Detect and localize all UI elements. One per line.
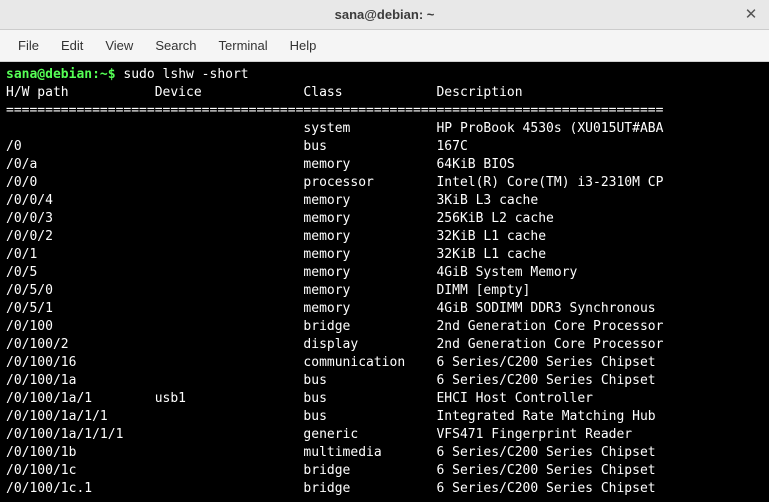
window-title: sana@debian: ~ [335,7,435,22]
table-row: /0/a memory 64KiB BIOS [6,156,763,174]
table-row: /0/5/1 memory 4GiB SODIMM DDR3 Synchrono… [6,300,763,318]
table-row: /0/100/16 communication 6 Series/C200 Se… [6,354,763,372]
menu-terminal[interactable]: Terminal [209,34,278,57]
menu-file[interactable]: File [8,34,49,57]
close-icon[interactable]: ✕ [741,4,761,24]
titlebar: sana@debian: ~ ✕ [0,0,769,30]
prompt-command: sudo lshw -short [123,67,248,82]
prompt-line: sana@debian:~$ sudo lshw -short [6,66,763,84]
menu-edit[interactable]: Edit [51,34,93,57]
table-row: /0/100/1c.1 bridge 6 Series/C200 Series … [6,480,763,498]
table-row: /0/0 processor Intel(R) Core(TM) i3-2310… [6,174,763,192]
terminal-window: sana@debian: ~ ✕ File Edit View Search T… [0,0,769,502]
table-row: /0/0/2 memory 32KiB L1 cache [6,228,763,246]
divider-line: ========================================… [6,102,763,120]
prompt-dollar: $ [108,67,124,82]
prompt-path: ~ [100,67,108,82]
terminal-body[interactable]: sana@debian:~$ sudo lshw -shortH/W path … [0,62,769,502]
table-row: /0/100 bridge 2nd Generation Core Proces… [6,318,763,336]
menu-view[interactable]: View [95,34,143,57]
table-row: /0/1 memory 32KiB L1 cache [6,246,763,264]
prompt-user: sana@debian [6,67,92,82]
table-row: /0/100/1a/1/1 bus Integrated Rate Matchi… [6,408,763,426]
table-row: /0/100/2 display 2nd Generation Core Pro… [6,336,763,354]
table-row: /0/0/4 memory 3KiB L3 cache [6,192,763,210]
table-row: /0/100/1a bus 6 Series/C200 Series Chips… [6,372,763,390]
table-row: /0/0/3 memory 256KiB L2 cache [6,210,763,228]
menu-search[interactable]: Search [145,34,206,57]
table-header: H/W path Device Class Description [6,84,763,102]
table-row: system HP ProBook 4530s (XU015UT#ABA [6,120,763,138]
table-row: /0/100/1c bridge 6 Series/C200 Series Ch… [6,462,763,480]
table-row: /0/5/0 memory DIMM [empty] [6,282,763,300]
menu-help[interactable]: Help [280,34,327,57]
prompt-sep: : [92,67,100,82]
table-row: /0/100/1a/1 usb1 bus EHCI Host Controlle… [6,390,763,408]
table-row: /0/5 memory 4GiB System Memory [6,264,763,282]
table-row: /0/100/1b multimedia 6 Series/C200 Serie… [6,444,763,462]
table-row: /0/100/1a/1/1/1 generic VFS471 Fingerpri… [6,426,763,444]
table-row: /0 bus 167C [6,138,763,156]
menubar: File Edit View Search Terminal Help [0,30,769,62]
